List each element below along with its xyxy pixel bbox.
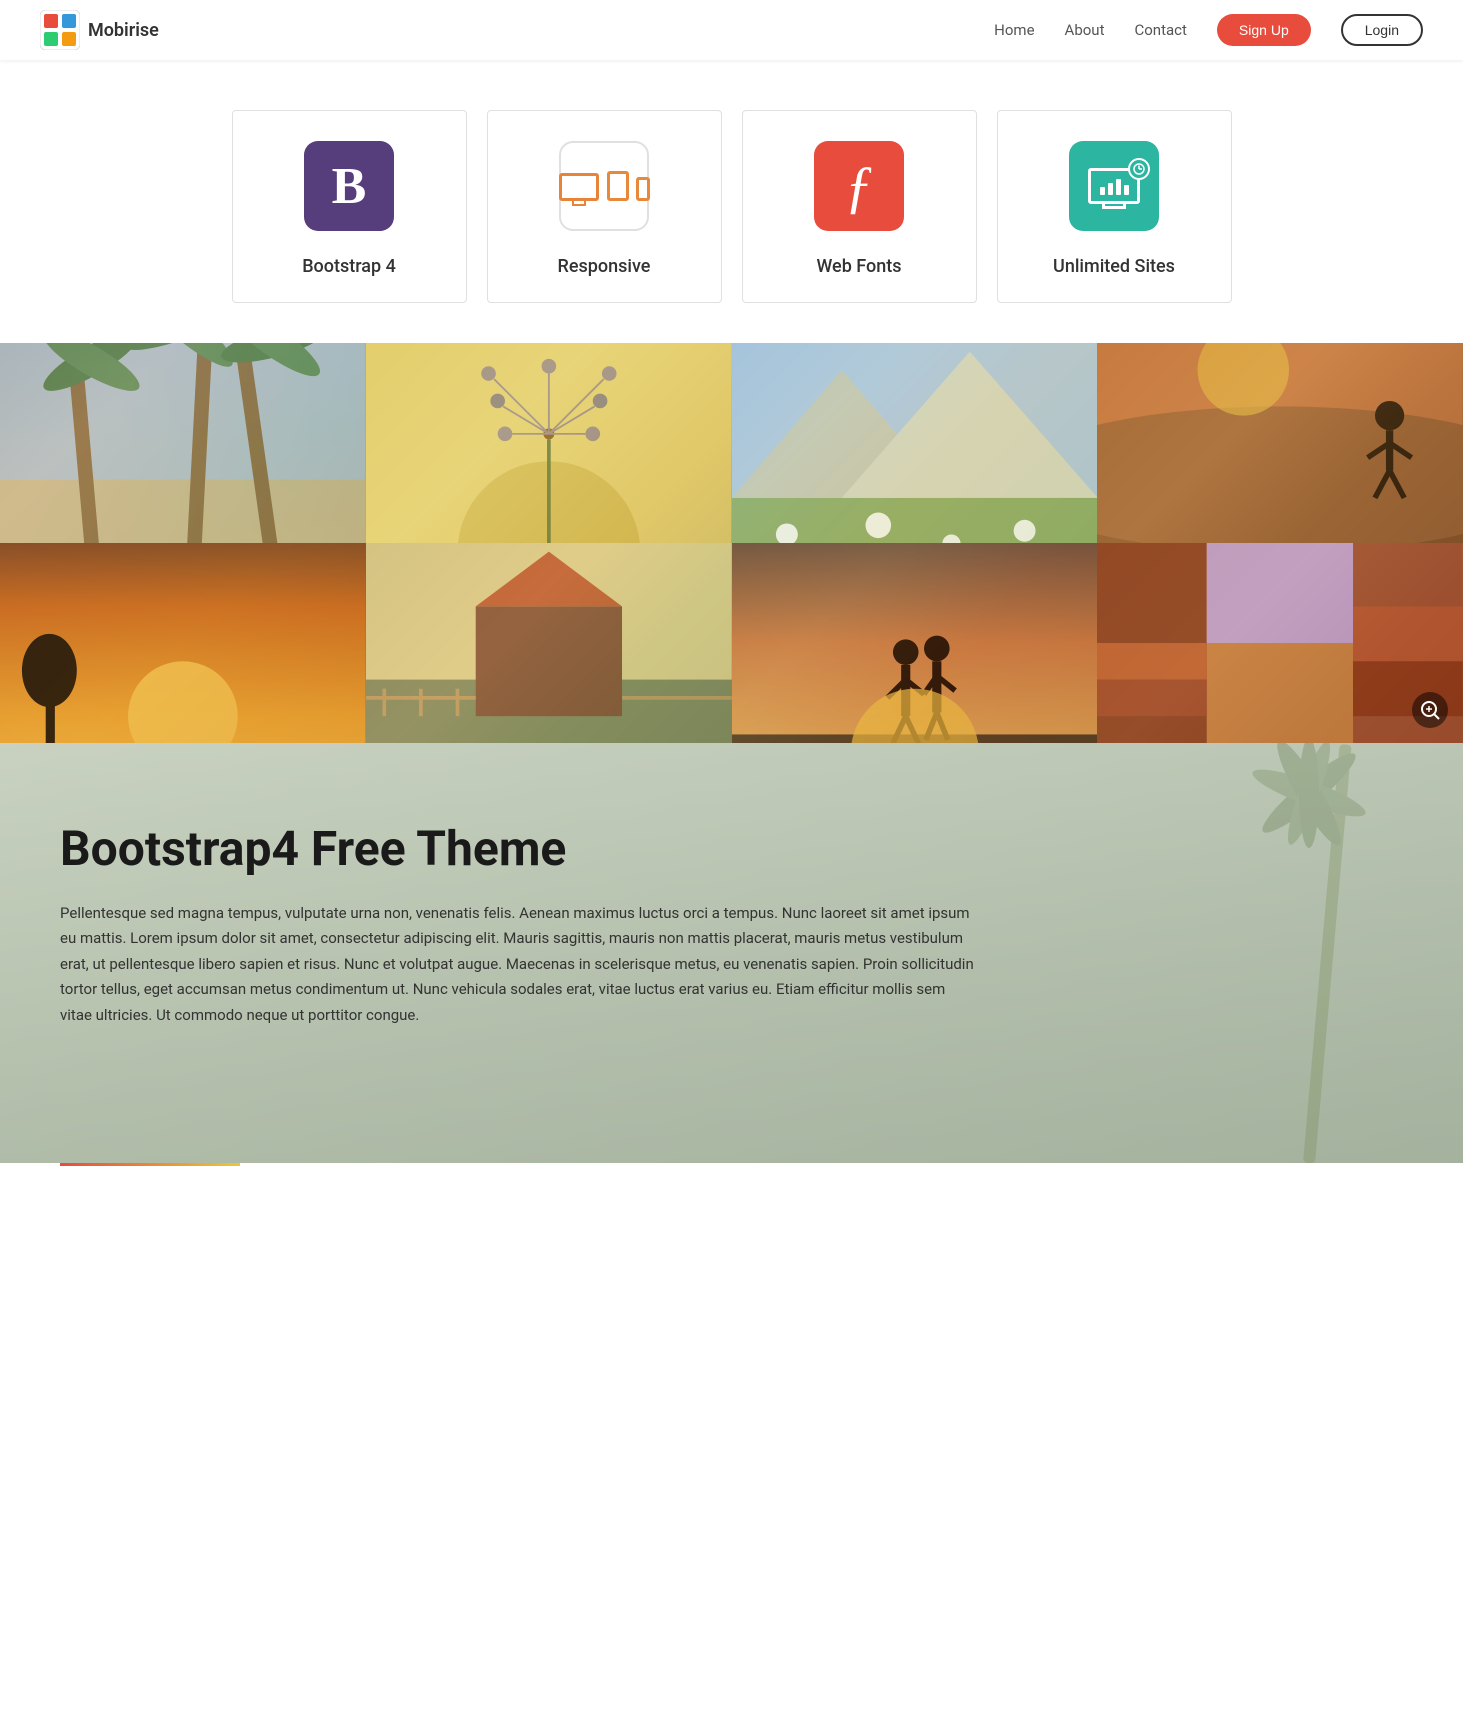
nav-links: Home About Contact Sign Up Login <box>994 14 1423 46</box>
feature-card-bootstrap: B Bootstrap 4 <box>232 110 467 303</box>
feature-title-webfonts: Web Fonts <box>816 256 901 277</box>
feature-card-responsive: Responsive <box>487 110 722 303</box>
content-heading: Bootstrap4 Free Theme <box>60 823 1020 876</box>
feature-card-webfonts: ƒ Web Fonts <box>742 110 977 303</box>
feature-title-unlimited: Unlimited Sites <box>1053 256 1175 277</box>
nav-about[interactable]: About <box>1065 21 1105 39</box>
photo-cell-4 <box>1097 343 1463 543</box>
bootstrap-icon: B <box>304 141 394 231</box>
content-section: Bootstrap4 Free Theme Pellentesque sed m… <box>0 743 1463 1163</box>
clock-indicator <box>1128 158 1150 180</box>
bottom-divider <box>60 1163 240 1166</box>
content-body: Pellentesque sed magna tempus, vulputate… <box>60 901 980 1029</box>
brand-link[interactable]: Mobirise <box>40 10 159 50</box>
photo-cell-2 <box>366 343 732 543</box>
feature-card-unlimited: Unlimited Sites <box>997 110 1232 303</box>
webfonts-icon: ƒ <box>814 141 904 231</box>
photo-cell-1 <box>0 343 366 543</box>
login-button[interactable]: Login <box>1341 14 1423 46</box>
nav-home[interactable]: Home <box>994 21 1034 39</box>
photo-grid <box>0 343 1463 743</box>
zoom-icon[interactable] <box>1412 692 1448 728</box>
photo-cell-3 <box>732 343 1098 543</box>
photo-cell-8 <box>1097 543 1463 743</box>
content-inner: Bootstrap4 Free Theme Pellentesque sed m… <box>60 823 1020 1028</box>
brand-name: Mobirise <box>88 20 159 41</box>
photo-cell-7 <box>732 543 1098 743</box>
features-grid: B Bootstrap 4 Responsive <box>232 110 1232 303</box>
unlimited-icon-container <box>1069 141 1159 231</box>
mobirise-logo <box>40 10 80 50</box>
photo-cell-5 <box>0 543 366 743</box>
navbar: Mobirise Home About Contact Sign Up Logi… <box>0 0 1463 60</box>
feature-title-bootstrap: Bootstrap 4 <box>302 256 396 277</box>
feature-title-responsive: Responsive <box>558 256 651 277</box>
signup-button[interactable]: Sign Up <box>1217 14 1311 46</box>
features-section: B Bootstrap 4 Responsive <box>0 60 1463 343</box>
nav-contact[interactable]: Contact <box>1134 21 1186 39</box>
photo-cell-6 <box>366 543 732 743</box>
responsive-icon <box>559 141 649 231</box>
